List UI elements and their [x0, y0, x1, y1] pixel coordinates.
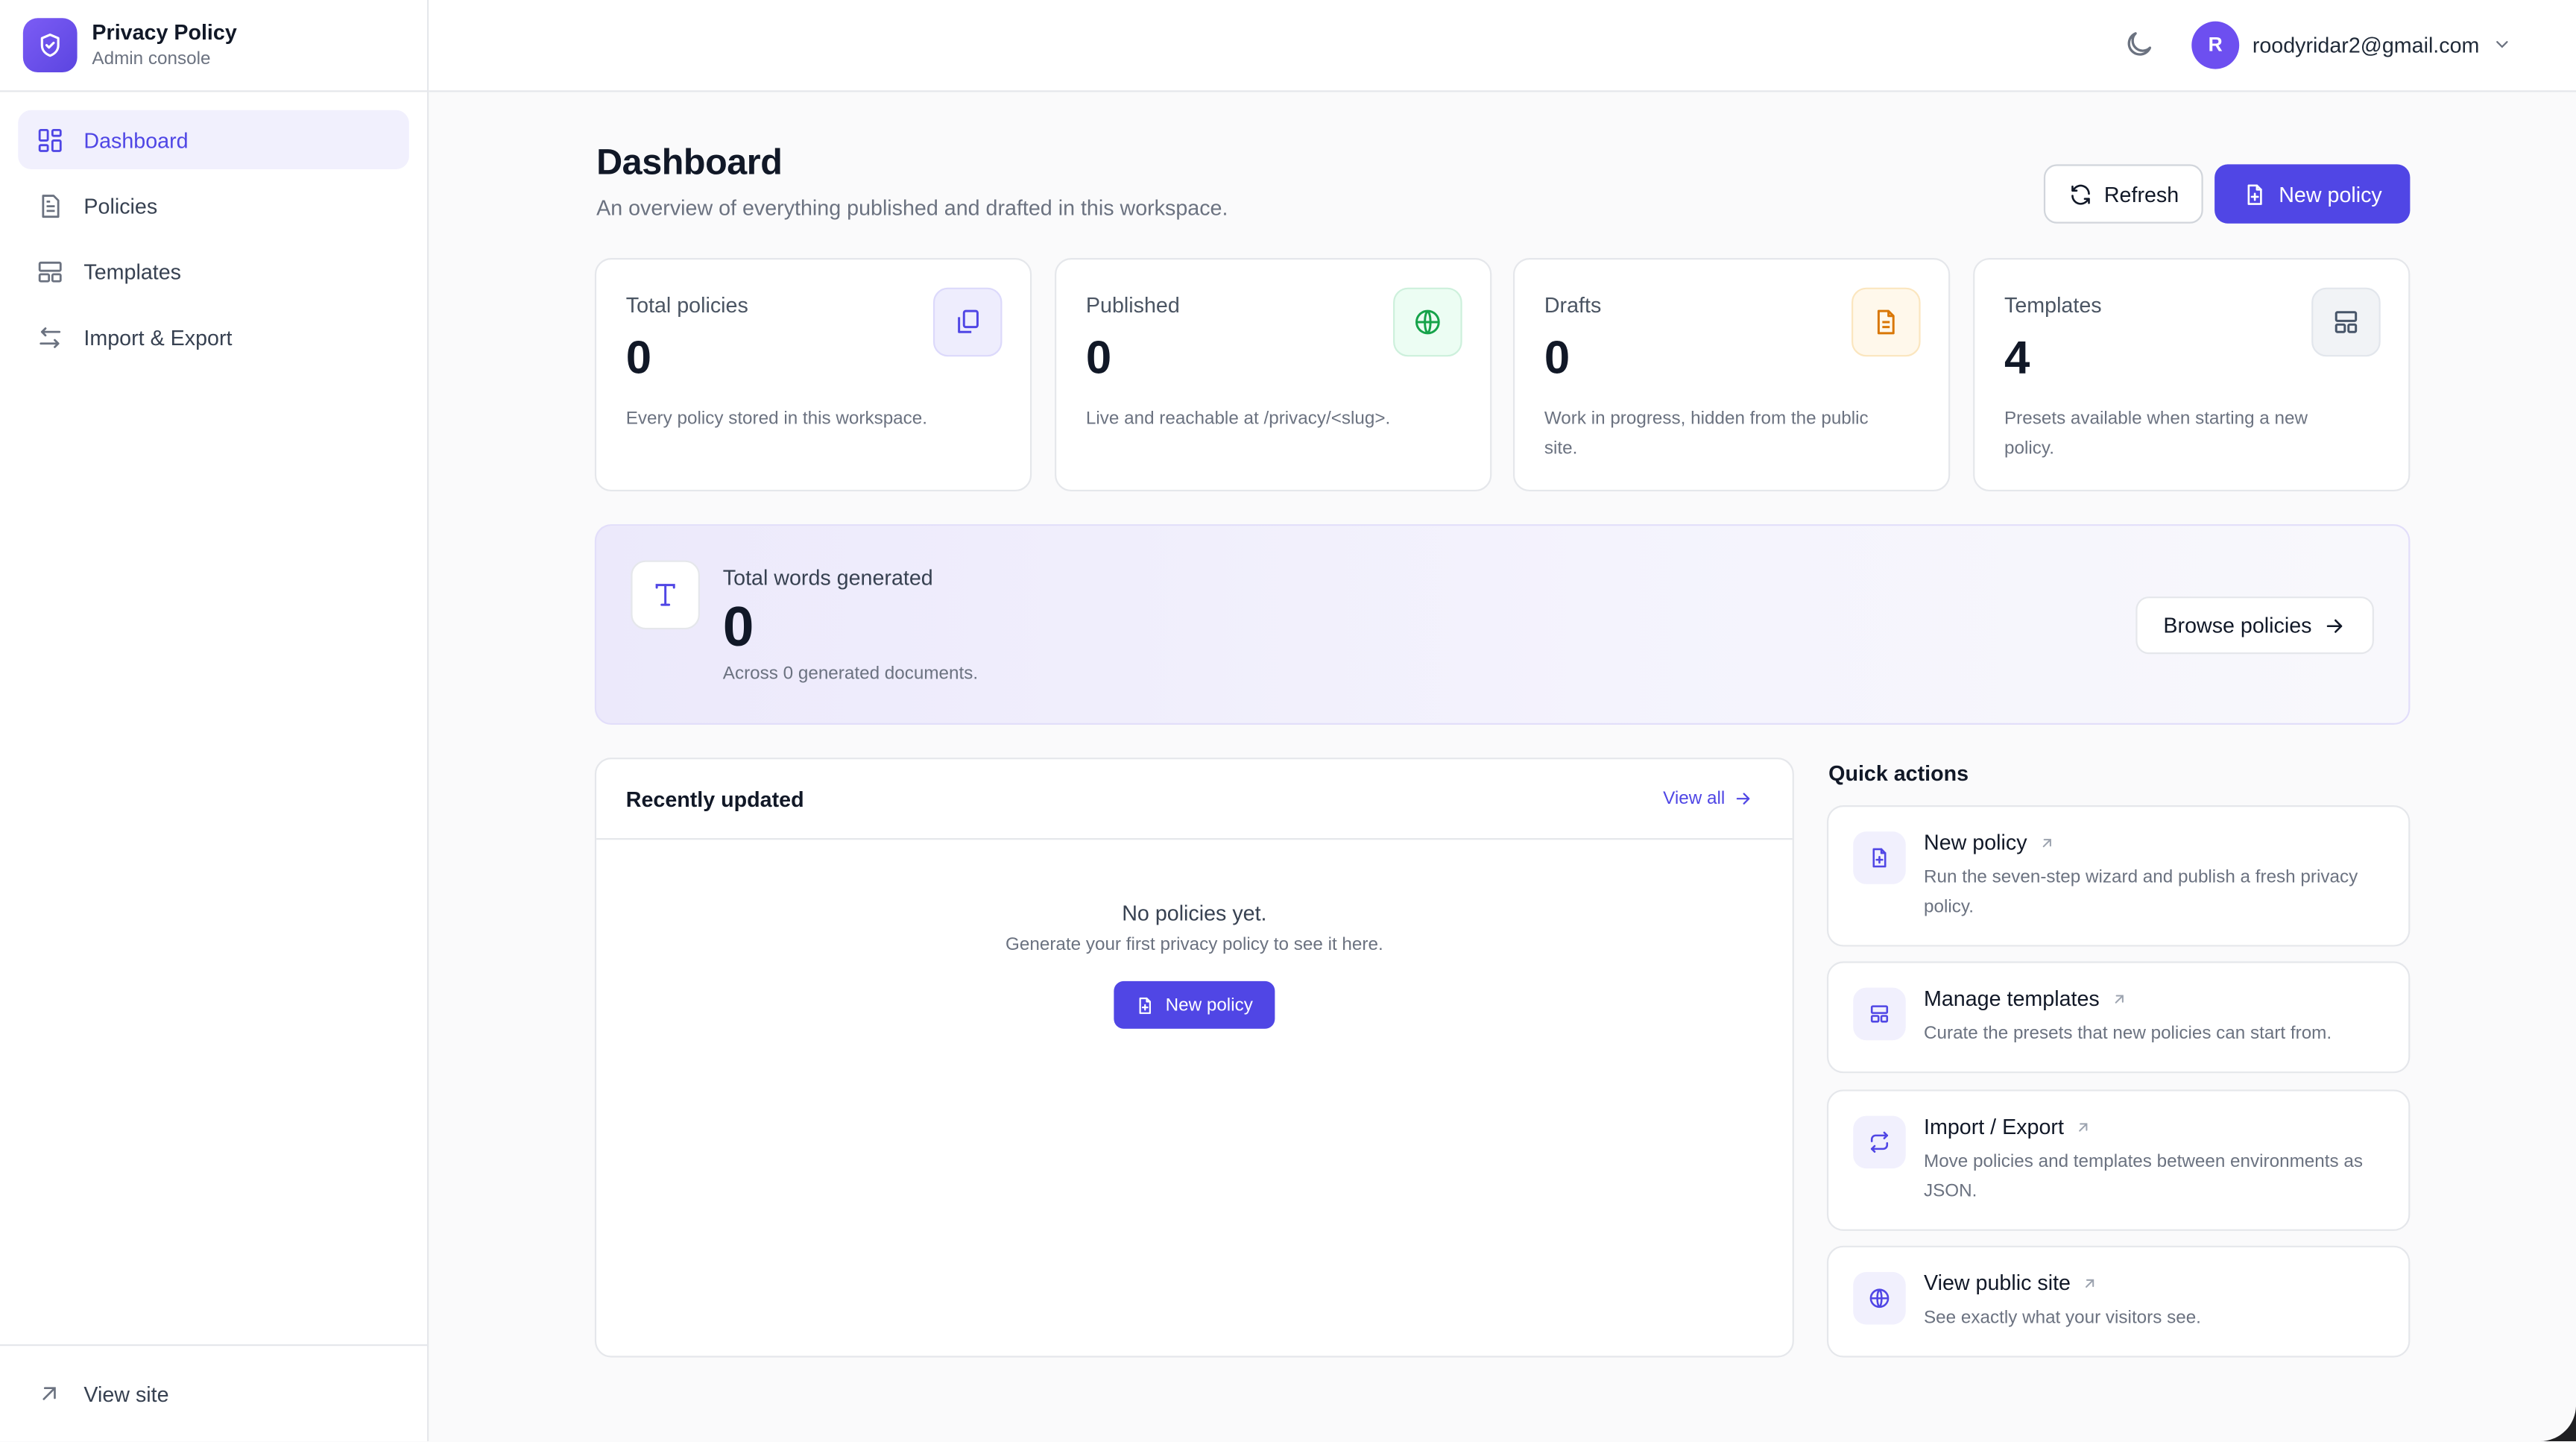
arrow-right-icon — [2327, 618, 2343, 632]
new-policy-label: New policy — [2279, 181, 2382, 207]
stat-card-published: Published 0 Live and reachable at /priva… — [1055, 258, 1492, 492]
browse-policies-button[interactable]: Browse policies — [2135, 596, 2374, 655]
refresh-icon — [2068, 182, 2092, 207]
brand-subtitle: Admin console — [92, 48, 211, 69]
brand[interactable]: Privacy Policy Admin console — [0, 0, 428, 92]
stat-card-total: Total policies 0 Every policy stored in … — [594, 258, 1032, 492]
copy-icon — [932, 287, 1003, 357]
stat-label: Published — [1085, 292, 1180, 318]
words-banner: Total words generated 0 Across 0 generat… — [594, 524, 2411, 725]
stat-label: Drafts — [1544, 292, 1602, 318]
arrow-up-right-icon — [2086, 1278, 2095, 1287]
stat-description: Presets available when starting a new po… — [2004, 409, 2308, 459]
file-text-icon — [1852, 287, 1921, 357]
stat-value: 0 — [625, 332, 652, 383]
stat-description: Live and reachable at /privacy/<slug>. — [1085, 409, 1391, 429]
quick-action-name: Import / Export — [1924, 1114, 2064, 1139]
sidebar-item-templates[interactable]: Templates — [18, 242, 409, 300]
moon-icon[interactable] — [2123, 28, 2156, 60]
window-corner — [2539, 1405, 2576, 1441]
file-plus-icon — [1140, 996, 1152, 1013]
refresh-label: Refresh — [2103, 181, 2179, 207]
empty-state-subtitle: Generate your first privacy policy to se… — [1006, 935, 1383, 955]
quick-action-name: New policy — [1924, 830, 2027, 855]
quick-action-import-export[interactable]: Import / Export Move policies and templa… — [1826, 1089, 2411, 1231]
stat-value: 0 — [1085, 332, 1112, 383]
sidebar-item-import-export[interactable]: Import & Export — [18, 307, 409, 366]
stat-value: 0 — [1544, 332, 1570, 383]
words-value: 0 — [722, 596, 754, 659]
file-plus-icon — [1853, 831, 1906, 884]
quick-action-new-policy[interactable]: New policy Run the seven-step wizard and… — [1826, 805, 2411, 947]
shield-icon — [22, 18, 78, 72]
stat-label: Templates — [2004, 292, 2102, 318]
user-email: roodyridar2@gmail.com — [2252, 31, 2480, 57]
arrow-right-icon — [1736, 793, 1750, 805]
repeat-icon — [1853, 1115, 1906, 1169]
avatar: R — [2191, 20, 2240, 69]
stat-value: 4 — [2004, 332, 2030, 383]
sidebar-item-dashboard[interactable]: Dashboard — [18, 110, 409, 170]
arrows-swap-icon — [36, 323, 63, 350]
brand-title: Privacy Policy — [92, 19, 237, 44]
refresh-button[interactable]: Refresh — [2043, 164, 2203, 224]
quick-action-description: Run the seven-step wizard and publish a … — [1924, 867, 2358, 917]
new-policy-button[interactable]: New policy — [2214, 164, 2411, 224]
quick-action-description: Curate the presets that new policies can… — [1924, 1024, 2332, 1044]
arrow-up-right-icon — [2079, 1122, 2088, 1131]
sidebar: Privacy Policy Admin console Dashboard P… — [0, 0, 429, 1441]
stat-card-drafts: Drafts 0 Work in progress, hidden from t… — [1512, 258, 1951, 492]
quick-action-view-public-site[interactable]: View public site See exactly what your v… — [1826, 1245, 2411, 1358]
globe-icon — [1853, 1271, 1906, 1325]
sidebar-item-label: Dashboard — [83, 127, 189, 152]
recently-updated-title: Recently updated — [625, 786, 804, 811]
dashboard-icon — [36, 126, 63, 154]
page-subtitle: An overview of everything published and … — [596, 195, 1228, 221]
quick-actions-title: Quick actions — [1828, 761, 1969, 786]
sidebar-item-label: Templates — [83, 259, 182, 284]
view-all-label: View all — [1663, 788, 1726, 809]
arrow-up-right-icon — [2115, 994, 2124, 1003]
sidebar-item-label: Import & Export — [83, 324, 233, 350]
arrow-up-right-icon — [2042, 837, 2051, 847]
sidebar-item-label: Policies — [83, 192, 158, 218]
view-all-link[interactable]: View all — [1663, 789, 1753, 808]
view-site-link[interactable]: View site — [0, 1344, 428, 1441]
empty-state-title: No policies yet. — [1122, 900, 1267, 925]
sidebar-item-policies[interactable]: Policies — [18, 176, 409, 235]
stat-card-templates: Templates 4 Presets available when start… — [1973, 258, 2411, 492]
sidebar-nav: Dashboard Policies Templates Import & Ex… — [0, 92, 427, 366]
templates-icon — [36, 257, 63, 285]
layout-icon — [2311, 287, 2381, 357]
topbar: R roodyridar2@gmail.com — [429, 0, 2576, 92]
document-icon — [36, 192, 63, 219]
quick-action-manage-templates[interactable]: Manage templates Curate the presets that… — [1826, 961, 2411, 1074]
quick-action-name: View public site — [1924, 1270, 2071, 1295]
app-root: Privacy Policy Admin console Dashboard P… — [0, 0, 2576, 1441]
quick-action-description: Move policies and templates between envi… — [1924, 1152, 2363, 1202]
arrow-up-right-icon — [36, 1380, 62, 1406]
chevron-down-icon — [2493, 34, 2512, 54]
stat-description: Work in progress, hidden from the public… — [1544, 409, 1869, 459]
stat-label: Total policies — [625, 292, 748, 318]
layout-icon — [1853, 987, 1906, 1041]
file-plus-icon — [2243, 182, 2267, 207]
quick-action-description: See exactly what your visitors see. — [1924, 1308, 2201, 1328]
words-description: Across 0 generated documents. — [722, 664, 979, 684]
words-label: Total words generated — [722, 565, 933, 591]
browse-policies-label: Browse policies — [2163, 613, 2312, 638]
text-icon — [631, 560, 700, 630]
page-title: Dashboard — [596, 141, 783, 183]
recently-updated-panel: Recently updated View all No policies ye… — [594, 758, 1794, 1358]
globe-icon — [1393, 287, 1462, 357]
empty-new-policy-button[interactable]: New policy — [1114, 980, 1275, 1029]
quick-action-name: Manage templates — [1924, 986, 2100, 1011]
stat-description: Every policy stored in this workspace. — [625, 409, 928, 429]
empty-new-policy-label: New policy — [1165, 995, 1253, 1016]
user-menu[interactable]: R roodyridar2@gmail.com — [2191, 19, 2512, 69]
view-site-label: View site — [83, 1381, 169, 1406]
